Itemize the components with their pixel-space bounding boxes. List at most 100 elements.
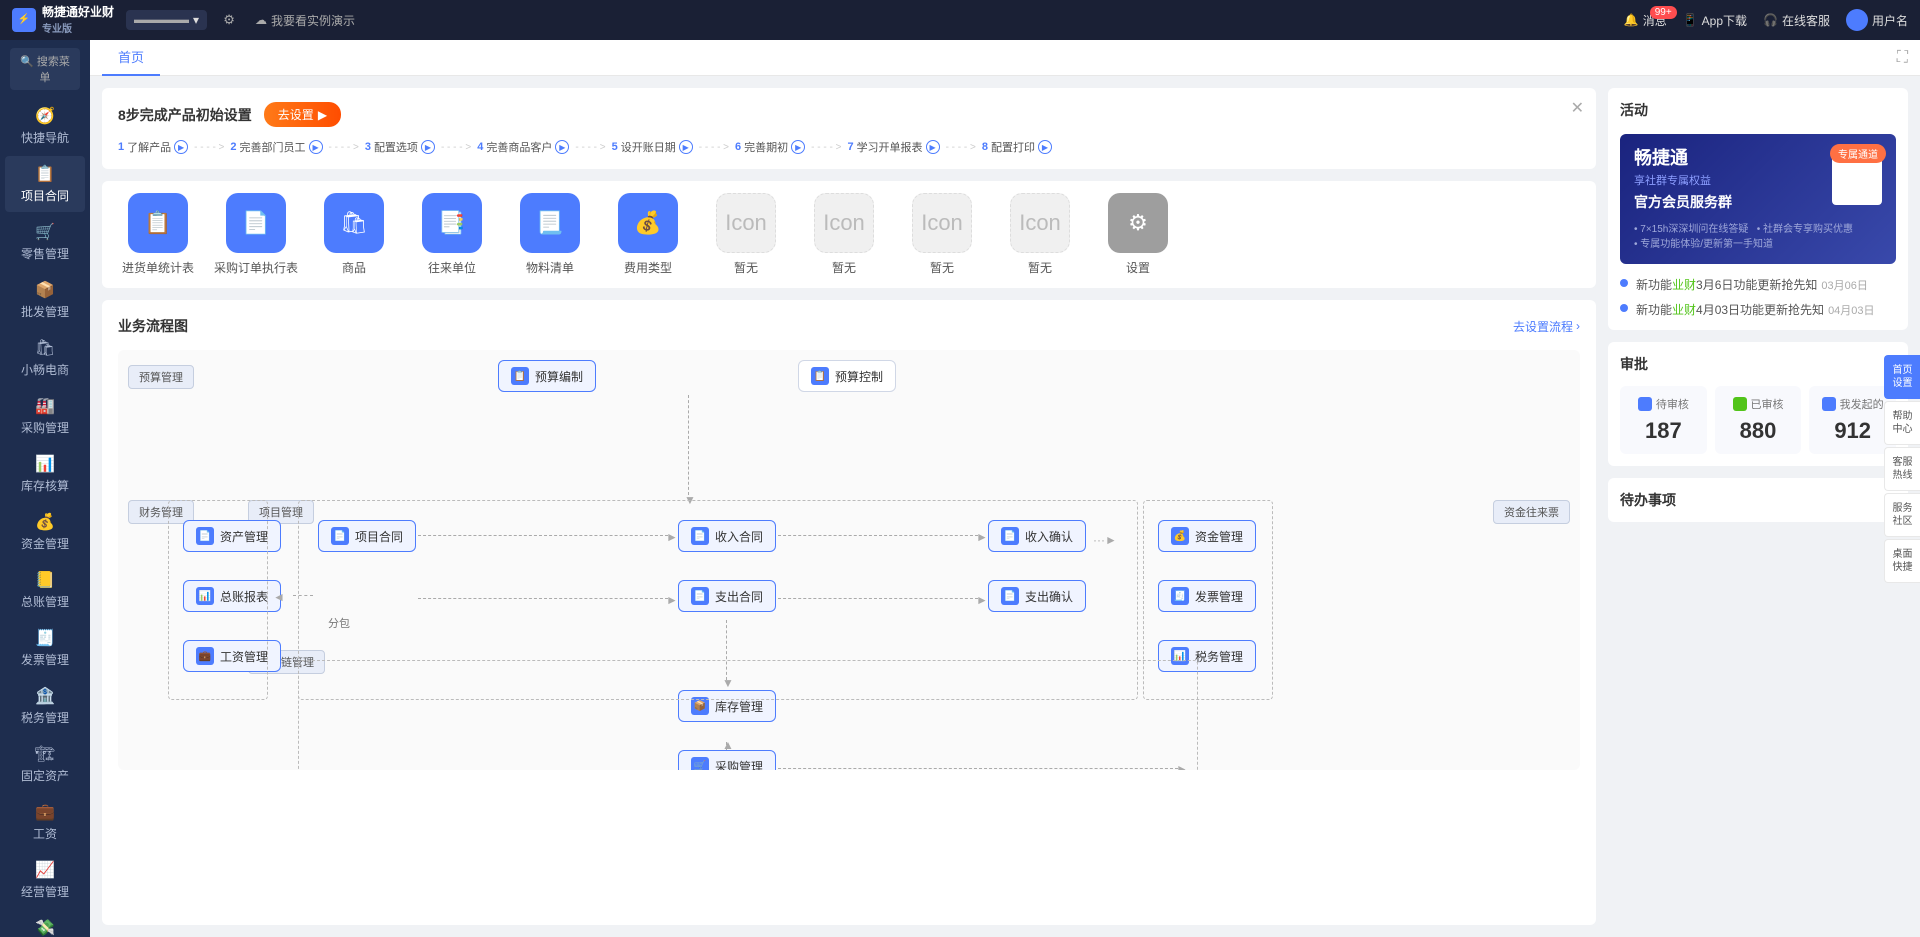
company-name: ▬▬▬▬▬ — [134, 14, 189, 26]
news-text-1: 新功能业财4月03日功能更新抢先知04月03日 — [1636, 301, 1896, 318]
quick-icon-import-stat[interactable]: 📋进货单统计表 — [114, 193, 202, 276]
node-label: 收入确认 — [1025, 528, 1073, 545]
sidebar-search[interactable]: 🔍 搜索菜单 — [10, 48, 80, 90]
node-invoice-mgmt[interactable]: 🧾 发票管理 — [1158, 580, 1256, 612]
sidebar-item-finance[interactable]: 💰资金管理 — [5, 504, 85, 560]
node-payroll[interactable]: 💼 工资管理 — [183, 640, 281, 672]
node-expense-confirm[interactable]: 📄 支出确认 — [988, 580, 1086, 612]
node-capital-mgmt[interactable]: 💰 资金管理 — [1158, 520, 1256, 552]
step-5: 5设开账日期▶ — [612, 139, 693, 155]
message-btn[interactable]: 🔔 消息 99+ — [1624, 12, 1667, 29]
sidebar-item-ecommerce[interactable]: 🛍 小畅电商 — [5, 330, 85, 386]
sidebar-item-purchase[interactable]: 🏭采购管理 — [5, 388, 85, 444]
quick-icon-placeholder4[interactable]: Icon暂无 — [996, 193, 1084, 276]
sidebar-item-general-ledger[interactable]: 📒总账管理 — [5, 562, 85, 618]
node-budget-make[interactable]: 📋 预算编制 — [498, 360, 596, 392]
quick-icon-partner[interactable]: 📑往来单位 — [408, 193, 496, 276]
sidebar-label-general-ledger: 总账管理 — [21, 593, 69, 610]
doc-icon: 📄 — [1001, 527, 1019, 545]
doc-icon: 📄 — [196, 527, 214, 545]
app-download-btn[interactable]: 📱 App下载 — [1683, 12, 1747, 29]
section-finance: 财务管理 — [128, 500, 194, 524]
sidebar-icon-invoice: 🧾 — [35, 628, 55, 648]
sidebar-item-inventory-calc[interactable]: 📊库存核算 — [5, 446, 85, 502]
shortcut-help[interactable]: 帮助中心 — [1884, 401, 1920, 445]
maximize-btn[interactable]: ⛶ — [1897, 49, 1908, 67]
message-badge: 99+ — [1650, 6, 1677, 19]
sidebar-label-ecommerce: 小畅电商 — [21, 361, 69, 378]
sidebar-item-tax[interactable]: 🏦税务管理 — [5, 678, 85, 734]
node-income-confirm[interactable]: 📄 收入确认 — [988, 520, 1086, 552]
sidebar-icon-fixed-assets: 🏗 — [35, 744, 55, 764]
sidebar-item-quick-nav[interactable]: 🧭快捷导航 — [5, 98, 85, 154]
node-asset-mgmt[interactable]: 📄 资产管理 — [183, 520, 281, 552]
approval-stat-pending[interactable]: 待审核187 — [1620, 386, 1707, 454]
icon-box-expense-type: 💰 — [618, 193, 678, 253]
setup-banner: ✕ 8步完成产品初始设置 去设置 ▶ 1了解产品▶- - - - >2完善部门员… — [102, 88, 1596, 169]
sidebar-item-project-contract[interactable]: 📋项目合同 — [5, 156, 85, 212]
step-arrow: - - - - > — [441, 142, 471, 153]
approval-stat-approved[interactable]: 已审核880 — [1715, 386, 1802, 454]
node-tax-mgmt[interactable]: 📊 税务管理 — [1158, 640, 1256, 672]
shortcut-community[interactable]: 服务社区 — [1884, 493, 1920, 537]
setup-steps: 1了解产品▶- - - - >2完善部门员工▶- - - - >3配置选项▶- … — [118, 139, 1580, 155]
content-area: 首页 ⛶ ✕ 8步完成产品初始设置 去设置 ▶ — [90, 40, 1920, 937]
sidebar-item-retail[interactable]: 🛒零售管理 — [5, 214, 85, 270]
node-general-ledger-rpt[interactable]: 📊 总账报表 — [183, 580, 281, 612]
close-icon[interactable]: ✕ — [1571, 98, 1584, 118]
sidebar-item-expense[interactable]: 💸小畅报销 — [5, 910, 85, 937]
tab-bar: 首页 ⛶ — [90, 40, 1920, 76]
doc-icon: 📄 — [1001, 587, 1019, 605]
node-expense-contract[interactable]: 📄 支出合同 — [678, 580, 776, 612]
online-service-btn[interactable]: 🎧 在线客服 — [1763, 12, 1830, 29]
go-setting-btn[interactable]: 去设置 ▶ — [264, 102, 341, 127]
node-label: 工资管理 — [220, 648, 268, 665]
node-inventory[interactable]: 📦 库存管理 — [678, 690, 776, 722]
quick-icon-goods[interactable]: 🛍商品 — [310, 193, 398, 276]
activity-title: 活动 — [1620, 100, 1648, 120]
sidebar-item-invoice[interactable]: 🧾发票管理 — [5, 620, 85, 676]
quick-icon-expense-type[interactable]: 💰费用类型 — [604, 193, 692, 276]
shortcut-desktop[interactable]: 桌面快捷 — [1884, 539, 1920, 583]
quick-icon-settings-quick[interactable]: ⚙设置 — [1094, 193, 1182, 276]
top-settings-icon[interactable]: ⚙ — [215, 6, 243, 34]
quick-icon-material-list[interactable]: 📃物料清单 — [506, 193, 594, 276]
sidebar-item-wholesale[interactable]: 📦批发管理 — [5, 272, 85, 328]
step-arrow: - - - - > — [329, 142, 359, 153]
shortcut-hotline[interactable]: 客服热线 — [1884, 447, 1920, 491]
icon-box-settings-quick: ⚙ — [1108, 193, 1168, 253]
quick-icon-purchase-order[interactable]: 📄 采购订单执行表 — [212, 193, 300, 276]
tab-home[interactable]: 首页 — [102, 40, 160, 76]
chevron-right-icon: › — [1576, 319, 1580, 333]
icon-box-purchase-order: 📄 — [226, 193, 286, 253]
sidebar-icon-ecommerce: 🛍 — [35, 338, 55, 358]
quick-icon-placeholder3[interactable]: Icon暂无 — [898, 193, 986, 276]
step-arrow: - - - - > — [699, 142, 729, 153]
user-menu[interactable]: 用户名 — [1846, 9, 1908, 31]
banner-tag-btn[interactable]: 专属通道 — [1830, 144, 1886, 163]
sidebar-item-operations[interactable]: 📈经营管理 — [5, 852, 85, 908]
node-income-contract[interactable]: 📄 收入合同 — [678, 520, 776, 552]
mobile-icon: 📱 — [1683, 13, 1698, 27]
step-arrow: - - - - > — [811, 142, 841, 153]
flow-setup-link[interactable]: 去设置流程 › — [1513, 318, 1580, 335]
icon-label-placeholder4: 暂无 — [1028, 259, 1052, 276]
sidebar-label-project-contract: 项目合同 — [21, 187, 69, 204]
icon-box-goods: 🛍 — [324, 193, 384, 253]
approval-stat-initiated[interactable]: 我发起的912 — [1809, 386, 1896, 454]
sidebar-item-fixed-assets[interactable]: 🏗固定资产 — [5, 736, 85, 792]
sidebar-icon-operations: 📈 — [35, 860, 55, 880]
icon-label-purchase-order: 采购订单执行表 — [214, 259, 298, 276]
shortcut-home-shortcut[interactable]: 首页设置 — [1884, 355, 1920, 399]
company-selector[interactable]: ▬▬▬▬▬ ▾ — [126, 10, 207, 30]
node-project-contract[interactable]: 📄 项目合同 — [318, 520, 416, 552]
quick-icon-placeholder1[interactable]: Icon暂无 — [702, 193, 790, 276]
quick-icon-placeholder2[interactable]: Icon暂无 — [800, 193, 888, 276]
sidebar-icon-expense: 💸 — [35, 918, 55, 937]
node-budget-control[interactable]: 📋 预算控制 — [798, 360, 896, 392]
icon-label-material-list: 物料清单 — [526, 259, 574, 276]
right-panel: 活动 畅捷通 享社群专属权益 官方会员服务群 — [1608, 88, 1908, 925]
node-purchase[interactable]: 🛒 采购管理 — [678, 750, 776, 770]
demo-link[interactable]: ☁ 我要看实例演示 — [255, 12, 355, 29]
sidebar-item-payroll[interactable]: 💼工资 — [5, 794, 85, 850]
